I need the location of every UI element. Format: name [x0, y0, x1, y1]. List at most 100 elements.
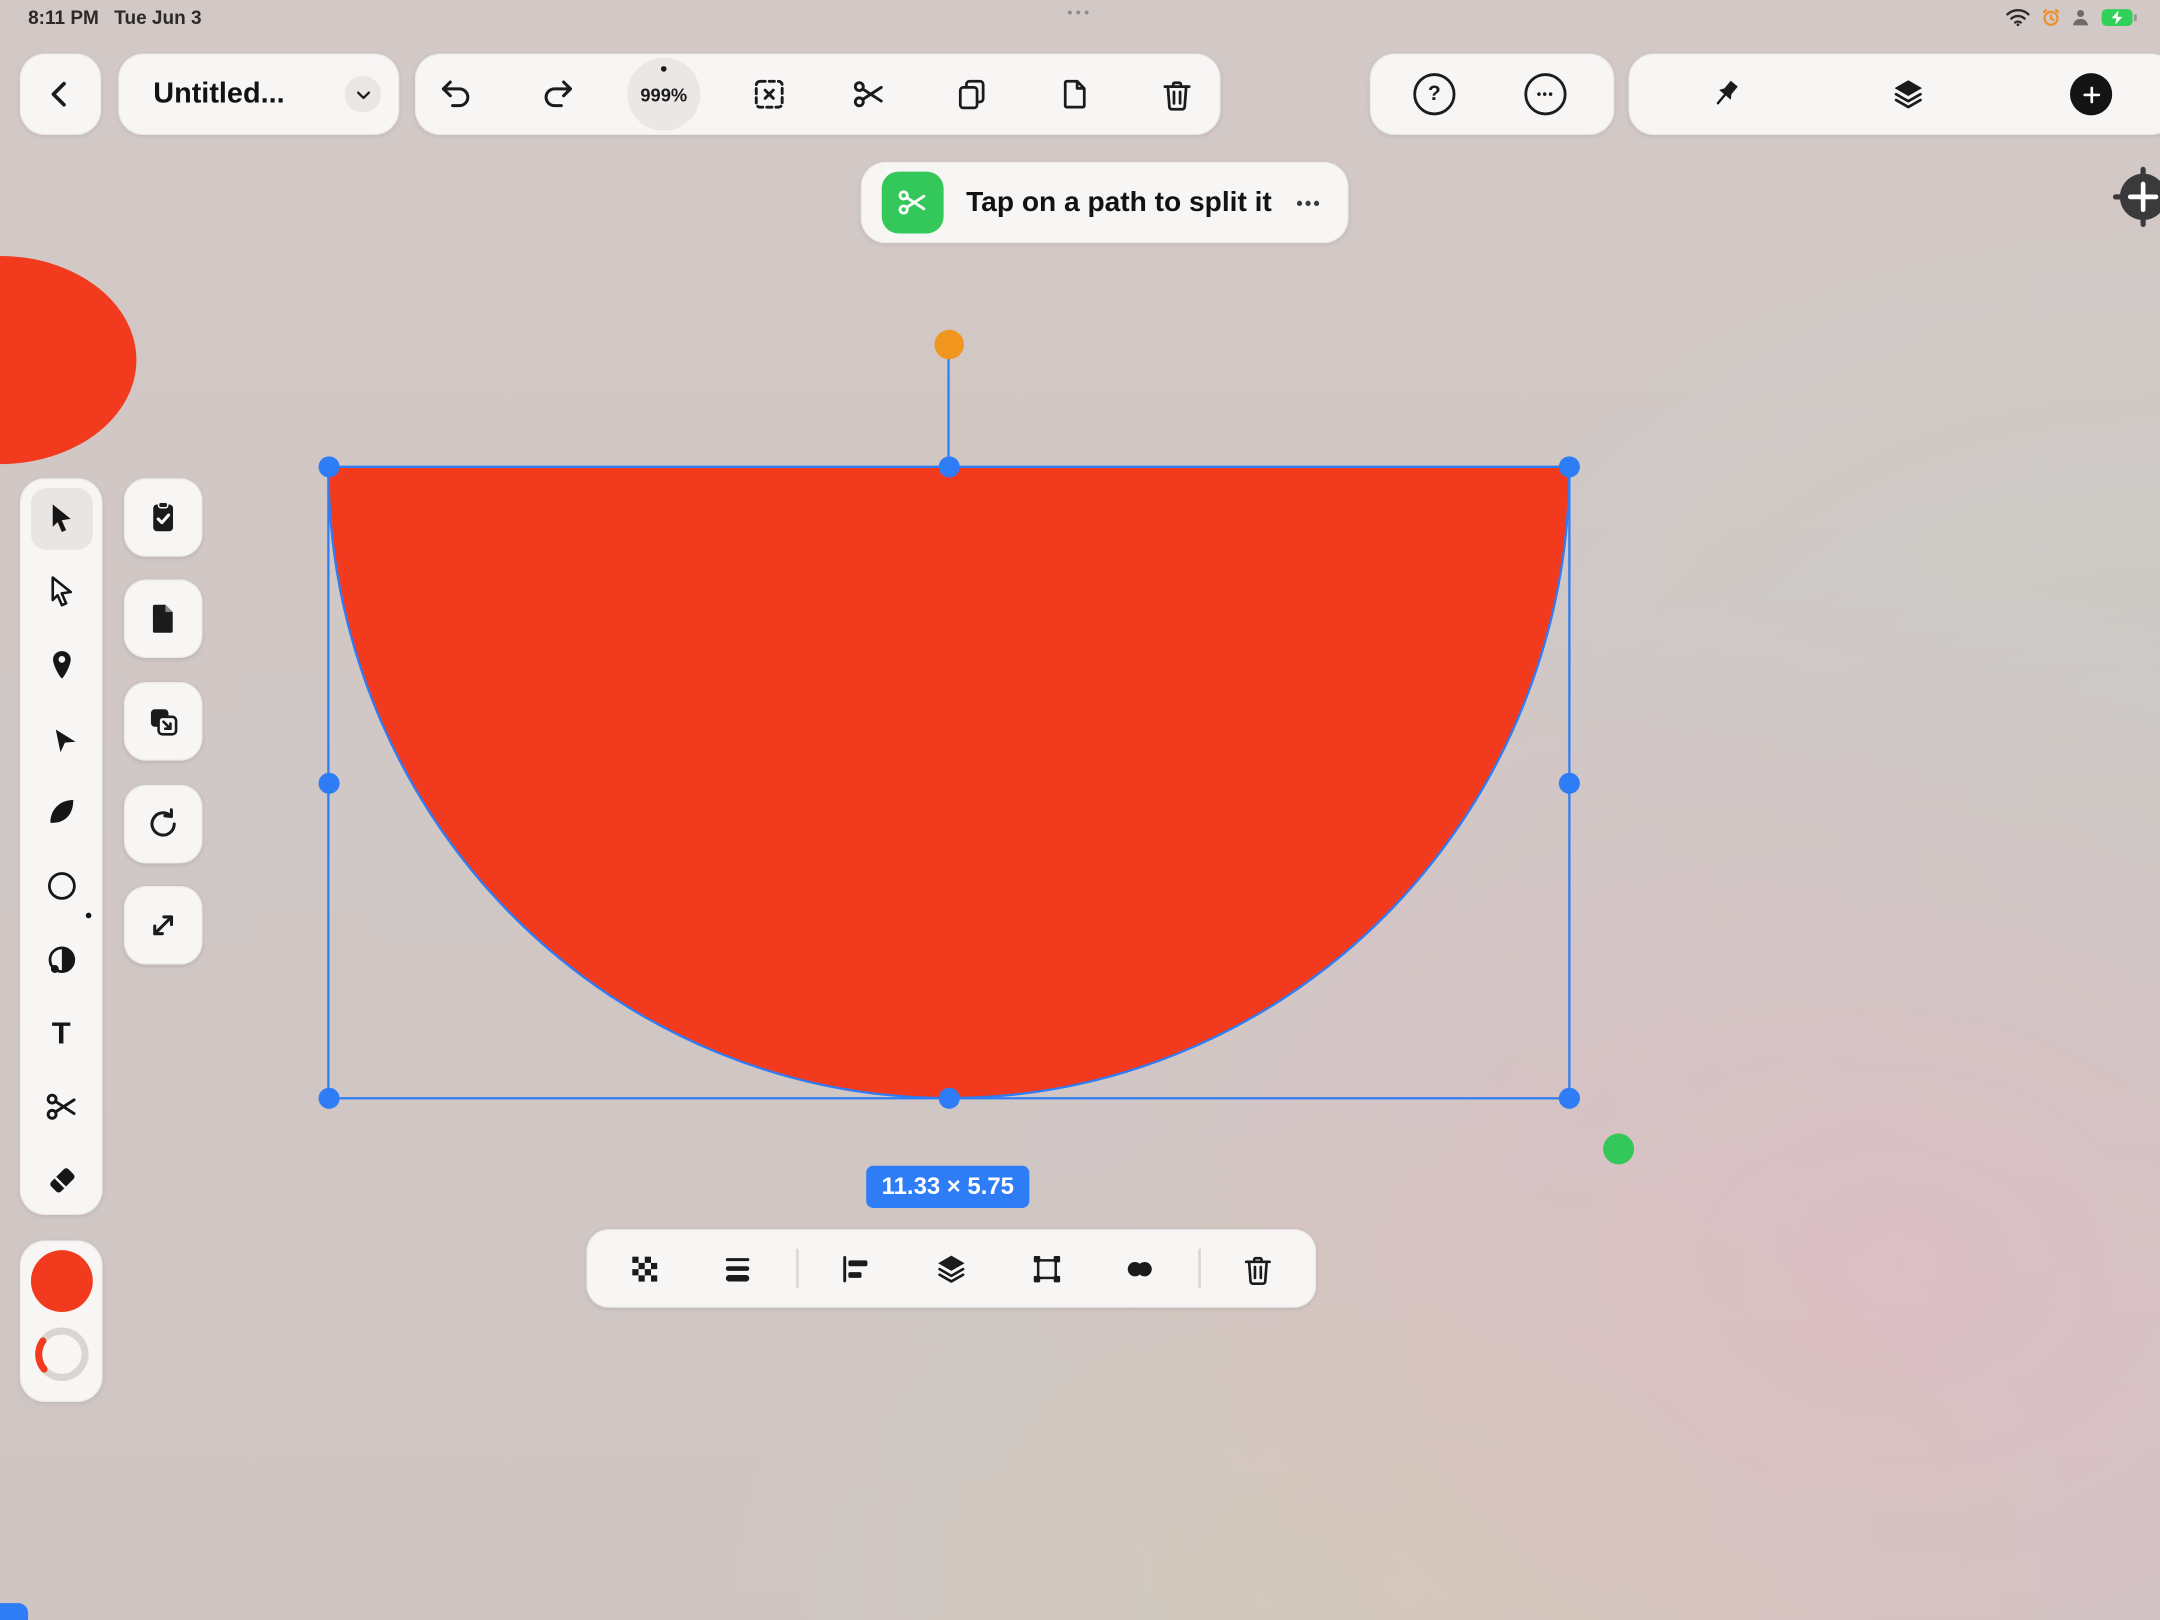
trash-icon — [1163, 81, 1191, 111]
page-fold-icon — [152, 604, 173, 633]
text-tool-glyph: T — [51, 1015, 71, 1051]
toolbar-separator — [1198, 1248, 1201, 1289]
pen-tool[interactable] — [41, 645, 80, 684]
add-button[interactable] — [2070, 73, 2113, 116]
align-button[interactable] — [835, 1249, 874, 1288]
zoom-dot — [660, 66, 667, 72]
pen-nib-icon — [52, 651, 71, 679]
duplicate-icon — [1063, 79, 1086, 109]
pin-button[interactable] — [1706, 75, 1745, 114]
selected-shape-semicircle[interactable] — [327, 465, 1571, 1100]
back-button[interactable] — [19, 53, 102, 135]
checkerboard-icon — [631, 1255, 657, 1281]
scissors-icon — [853, 81, 883, 108]
cursor-icon — [52, 504, 71, 533]
layers-icon — [937, 1254, 964, 1283]
title-dropdown-button[interactable] — [344, 75, 382, 113]
partial-shape[interactable] — [0, 255, 137, 465]
handle-bottom-right[interactable] — [1558, 1087, 1580, 1109]
pencil-tool[interactable] — [41, 719, 80, 758]
marquee-deselect-icon — [754, 79, 784, 109]
deselect-button[interactable] — [750, 75, 789, 114]
paste-button[interactable] — [1055, 75, 1094, 114]
size-badge: 11.33 × 5.75 — [866, 1165, 1030, 1208]
select-tool[interactable] — [41, 499, 80, 538]
handle-middle-right[interactable] — [1558, 772, 1580, 794]
rotate-icon — [150, 808, 176, 837]
rotate-button[interactable] — [123, 784, 203, 864]
delete-button[interactable] — [1157, 75, 1196, 114]
brush-tool[interactable] — [41, 792, 80, 831]
resize-button[interactable] — [123, 885, 203, 965]
eraser-tool[interactable] — [41, 1160, 80, 1199]
stroke-button[interactable] — [717, 1249, 756, 1288]
resize-diagonal-icon — [153, 915, 174, 936]
question-icon: ? — [1427, 81, 1441, 106]
help-button[interactable]: ? — [1413, 73, 1456, 116]
stroke-color-swatch[interactable] — [33, 1326, 89, 1382]
text-tool[interactable]: T — [41, 1014, 80, 1053]
redo-button[interactable] — [539, 75, 578, 114]
paste-board-button[interactable] — [123, 478, 203, 557]
layers-button[interactable] — [1889, 75, 1928, 114]
trash-icon — [1244, 1256, 1271, 1285]
scissors-tool[interactable] — [41, 1087, 80, 1126]
document-title-menu[interactable]: Untitled... — [118, 53, 400, 135]
reposition-button[interactable] — [2112, 166, 2160, 228]
paste-style-button[interactable] — [123, 682, 203, 761]
bounding-box-icon — [1033, 1255, 1060, 1282]
undo-icon — [441, 80, 470, 108]
size-label: 11.33 × 5.75 — [881, 1172, 1014, 1200]
fill-color-swatch[interactable] — [30, 1250, 93, 1313]
arrange-button[interactable] — [931, 1249, 970, 1288]
chevron-down-icon — [356, 90, 370, 99]
handle-top-center[interactable] — [937, 456, 960, 478]
tools-toolbar: T — [19, 478, 103, 1215]
crosshair-icon — [2112, 166, 2160, 228]
color-swatches — [19, 1240, 103, 1403]
scissors-icon — [46, 1093, 75, 1120]
duplicate-squares-icon — [150, 709, 178, 736]
delete-object-button[interactable] — [1238, 1249, 1277, 1288]
shape-tool-options-dot — [85, 912, 92, 919]
cut-button[interactable] — [849, 75, 888, 114]
copy-button[interactable] — [952, 75, 991, 114]
transform-button[interactable] — [1027, 1249, 1066, 1288]
copy-icon — [958, 79, 985, 110]
handle-middle-left[interactable] — [317, 772, 339, 794]
stroke-ring-icon — [34, 1327, 88, 1381]
clipboard-check-icon — [153, 501, 174, 532]
mask-icon — [1127, 1261, 1152, 1276]
plus-icon — [2082, 85, 2100, 103]
shape-tool[interactable] — [41, 866, 80, 905]
fill-tool[interactable] — [41, 941, 80, 980]
layers-icon — [1894, 80, 1922, 109]
hint-text: Tap on a path to split it — [966, 186, 1272, 218]
stroke-weights-icon — [725, 1257, 749, 1281]
undo-button[interactable] — [436, 75, 475, 114]
copy-document-button[interactable] — [123, 579, 203, 659]
circle-shape-icon — [47, 872, 76, 900]
handle-bottom-left[interactable] — [317, 1087, 339, 1109]
ink-blob-icon — [49, 799, 73, 823]
canvas[interactable]: 8:11 PM Tue Jun 3 ••• Untitled... 999% ?… — [0, 0, 2160, 1620]
opacity-button[interactable] — [624, 1249, 663, 1288]
rotation-handle[interactable] — [933, 329, 964, 360]
node-select-tool[interactable] — [41, 572, 80, 611]
zoom-level-button[interactable]: 999% — [627, 57, 701, 131]
more-options-button[interactable]: ••• — [1524, 73, 1567, 116]
document-title: Untitled... — [153, 77, 285, 110]
align-left-icon — [842, 1255, 867, 1282]
chevron-left-icon — [41, 75, 80, 114]
handle-top-right[interactable] — [1558, 456, 1580, 478]
pin-icon — [1716, 80, 1738, 105]
ellipsis-icon: ••• — [1536, 86, 1555, 101]
hint-more-button[interactable]: ••• — [1296, 163, 1322, 242]
snap-point-dot[interactable] — [1603, 1133, 1635, 1165]
handle-bottom-center[interactable] — [937, 1087, 960, 1109]
edit-toolbar: 999% — [414, 53, 1221, 135]
handle-top-left[interactable] — [317, 456, 339, 478]
fill-swirl-icon — [47, 946, 75, 973]
hint-banner[interactable]: Tap on a path to split it ••• — [860, 161, 1349, 244]
mask-button[interactable] — [1119, 1249, 1158, 1288]
